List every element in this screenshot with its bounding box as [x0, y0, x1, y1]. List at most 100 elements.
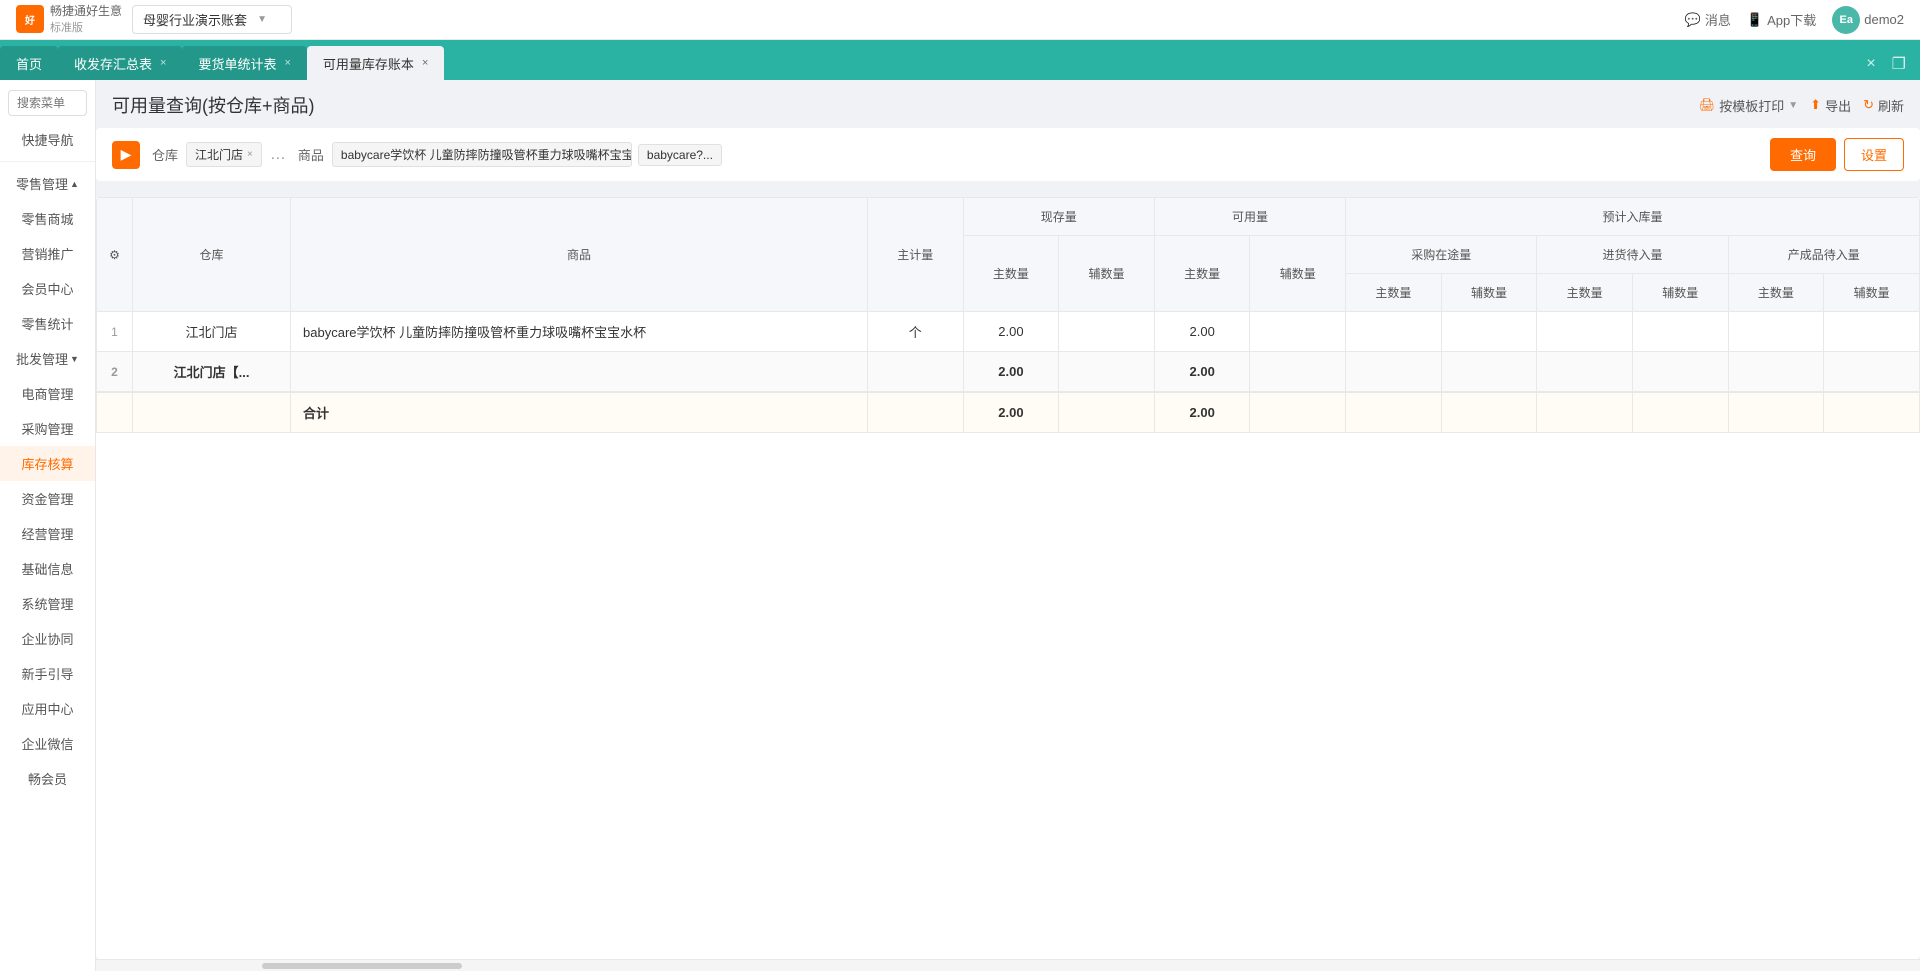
tab-order-close[interactable]: × — [284, 57, 290, 69]
col-incoming-sub-header: 进货待入量 — [1537, 236, 1728, 274]
sidebar-item-operations[interactable]: 经营管理 — [0, 516, 95, 551]
filter-expand-button[interactable]: ▶ — [112, 141, 140, 169]
col-expected-group-header: 预计入库量 — [1346, 198, 1920, 236]
footer-empty-3 — [867, 392, 963, 433]
col-settings-header[interactable]: ⚙ — [97, 198, 133, 312]
sidebar-item-retail-mall[interactable]: 零售商城 — [0, 201, 95, 236]
export-icon: ⬆ — [1810, 97, 1821, 113]
chevron-down-icon: ▼ — [257, 14, 267, 25]
row-2-unit — [867, 352, 963, 393]
chevron-down-icon: ▼ — [70, 354, 79, 364]
col-available-group-header: 可用量 — [1154, 198, 1345, 236]
template-print-label: 按模板打印 — [1719, 96, 1784, 115]
table-footer: 合计 2.00 2.00 — [97, 392, 1920, 433]
table-container: ⚙ 仓库 商品 主计量 现存量 可用量 预计入库量 主数量 辅数量 主数量 辅数… — [96, 197, 1920, 959]
message-button[interactable]: 💬 消息 — [1685, 10, 1731, 29]
template-print-button[interactable]: 🖨 按模板打印 ▼ — [1699, 96, 1798, 115]
row-1-avail-aux — [1250, 312, 1346, 352]
sidebar-item-finance[interactable]: 资金管理 — [0, 481, 95, 516]
row-2-production-aux — [1824, 352, 1920, 393]
refresh-button[interactable]: ↻ 刷新 — [1863, 96, 1904, 115]
sidebar-item-wholesale[interactable]: 批发管理 ▼ — [0, 341, 95, 376]
phone-icon: 📱 — [1747, 12, 1763, 28]
tab-receive-label: 收发存汇总表 — [74, 54, 152, 73]
sidebar-item-member2[interactable]: 畅会员 — [0, 761, 95, 796]
row-2-warehouse: 江北门店【... — [133, 352, 291, 393]
row-2-incoming-main — [1537, 352, 1633, 393]
sidebar-item-member[interactable]: 会员中心 — [0, 271, 95, 306]
horizontal-scrollbar[interactable] — [96, 959, 1920, 971]
product-tag-2[interactable]: babycare?... — [638, 144, 722, 166]
top-bar: 好 畅捷通好生意 标准版 母婴行业演示账套 ▼ 💬 消息 📱 App下载 Ea … — [0, 0, 1920, 40]
sidebar-item-basic[interactable]: 基础信息 — [0, 551, 95, 586]
sidebar-item-app-center[interactable]: 应用中心 — [0, 691, 95, 726]
col-unit-header: 主计量 — [867, 198, 963, 312]
tab-home[interactable]: 首页 — [0, 46, 58, 80]
footer-purchase-main — [1346, 392, 1442, 433]
product-tag-1[interactable]: babycare学饮杯 儿童防摔防撞吸管杯重力球吸嘴杯宝宝水杯 × — [332, 142, 632, 167]
sidebar-item-purchase[interactable]: 采购管理 — [0, 411, 95, 446]
sidebar-item-newbie[interactable]: 新手引导 — [0, 656, 95, 691]
row-1-product: babycare学饮杯 儿童防摔防撞吸管杯重力球吸嘴杯宝宝水杯 — [291, 312, 868, 352]
tab-receive-close[interactable]: × — [160, 57, 166, 69]
page-title: 可用量查询(按仓库+商品) — [112, 92, 315, 118]
close-window-icon[interactable]: × — [1860, 53, 1881, 75]
warehouse-filter-more[interactable]: … — [270, 146, 286, 164]
footer-incoming-aux — [1632, 392, 1728, 433]
settings-icon: ⚙ — [109, 248, 120, 262]
warehouse-tag-remove[interactable]: × — [247, 149, 253, 160]
sidebar-item-wechat[interactable]: 企业微信 — [0, 726, 95, 761]
footer-incoming-main — [1537, 392, 1633, 433]
tab-receive[interactable]: 收发存汇总表 × — [58, 46, 182, 80]
sidebar-item-enterprise[interactable]: 企业协同 — [0, 621, 95, 656]
filter-bar: ▶ 仓库 江北门店 × … 商品 babycare学饮 — [96, 128, 1920, 181]
product-tags: babycare学饮杯 儿童防摔防撞吸管杯重力球吸嘴杯宝宝水杯 × babyca… — [332, 142, 1758, 167]
sidebar-item-marketing[interactable]: 营销推广 — [0, 236, 95, 271]
col-incoming-main-header: 主数量 — [1537, 274, 1633, 312]
row-2-product — [291, 352, 868, 393]
sidebar-item-inventory[interactable]: 库存核算 — [0, 446, 95, 481]
app-download-label: App下载 — [1767, 10, 1816, 29]
row-1-stock-main: 2.00 — [963, 312, 1059, 352]
col-production-sub-header: 产成品待入量 — [1728, 236, 1919, 274]
warehouse-label: 仓库 — [152, 145, 178, 164]
col-production-main-header: 主数量 — [1728, 274, 1824, 312]
tab-order[interactable]: 要货单统计表 × — [182, 46, 306, 80]
page-actions: 🖨 按模板打印 ▼ ⬆ 导出 ↻ 刷新 — [1699, 96, 1904, 115]
tab-available[interactable]: 可用量库存账本 × — [307, 46, 444, 80]
search-input[interactable] — [8, 90, 87, 116]
footer-stock-main: 2.00 — [963, 392, 1059, 433]
footer-empty-2 — [133, 392, 291, 433]
footer-production-main — [1728, 392, 1824, 433]
sidebar-item-quicknav[interactable]: 快捷导航 — [0, 122, 95, 157]
data-table: ⚙ 仓库 商品 主计量 现存量 可用量 预计入库量 主数量 辅数量 主数量 辅数… — [96, 197, 1920, 433]
row-2-incoming-aux — [1632, 352, 1728, 393]
settings-button[interactable]: 设置 — [1844, 138, 1904, 171]
username-label: demo2 — [1864, 12, 1904, 27]
sidebar-item-system[interactable]: 系统管理 — [0, 586, 95, 621]
brand-icon: 好 — [16, 5, 44, 33]
query-button[interactable]: 查询 — [1770, 138, 1836, 171]
nav-tabs: 首页 收发存汇总表 × 要货单统计表 × 可用量库存账本 × × ❐ — [0, 40, 1920, 80]
sidebar-item-retail-stats[interactable]: 零售统计 — [0, 306, 95, 341]
user-profile[interactable]: Ea demo2 — [1832, 6, 1904, 34]
restore-window-icon[interactable]: ❐ — [1886, 52, 1912, 76]
col-warehouse-header: 仓库 — [133, 198, 291, 312]
industry-label: 母婴行业演示账套 — [143, 10, 247, 29]
col-purchase-aux-header: 辅数量 — [1441, 274, 1537, 312]
app-download-button[interactable]: 📱 App下载 — [1747, 10, 1816, 29]
filter-wrapper: ▶ 仓库 江北门店 × … 商品 babycare学饮 — [96, 128, 1920, 197]
table-row: 2 江北门店【... 2.00 2.00 — [97, 352, 1920, 393]
sidebar: 快捷导航 零售管理 ▲ 零售商城 营销推广 会员中心 零售统计 批发管理 ▼ — [0, 80, 96, 971]
row-1-stock-aux — [1059, 312, 1155, 352]
sidebar-item-retail[interactable]: 零售管理 ▲ — [0, 166, 95, 201]
export-button[interactable]: ⬆ 导出 — [1810, 96, 1851, 115]
chevron-down-icon: ▼ — [1788, 100, 1798, 111]
warehouse-tag-1[interactable]: 江北门店 × — [186, 142, 262, 167]
industry-selector[interactable]: 母婴行业演示账套 ▼ — [132, 5, 292, 34]
table-row: 1 江北门店 babycare学饮杯 儿童防摔防撞吸管杯重力球吸嘴杯宝宝水杯 个… — [97, 312, 1920, 352]
product-tag-label-2: babycare?... — [647, 148, 713, 162]
col-purchase-main-header: 主数量 — [1346, 274, 1442, 312]
tab-available-close[interactable]: × — [422, 57, 428, 69]
sidebar-item-ecommerce[interactable]: 电商管理 — [0, 376, 95, 411]
